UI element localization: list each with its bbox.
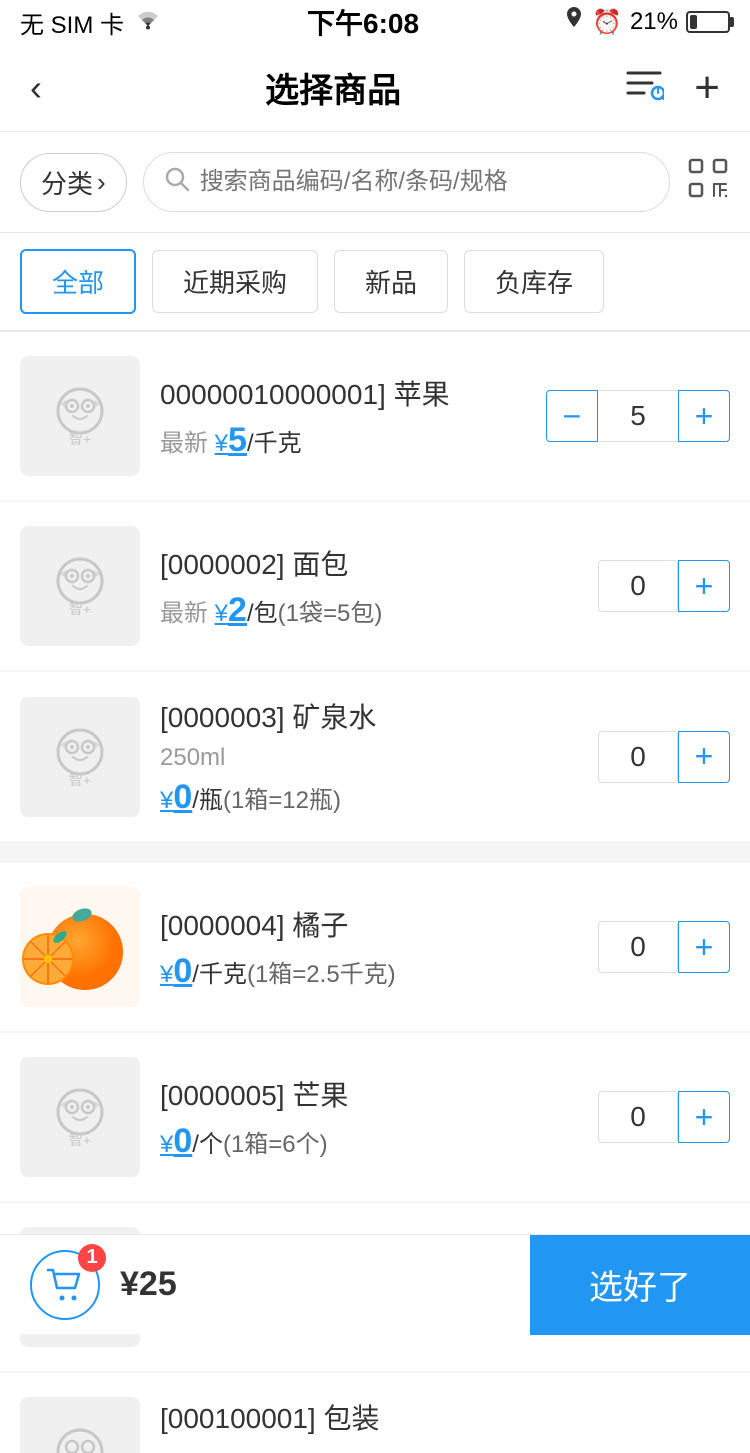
product-image: 智+: [20, 356, 140, 476]
wifi-icon: [134, 8, 162, 37]
list-item: 智+ [0000003] 矿泉水 250ml ¥0/瓶(1箱=12瓶) +: [0, 672, 750, 841]
product-image: 智+: [20, 1057, 140, 1177]
page-title: 选择商品: [265, 63, 401, 112]
tab-negative-stock[interactable]: 负库存: [464, 250, 604, 313]
back-button[interactable]: ‹: [30, 67, 42, 109]
scan-button[interactable]: [686, 156, 730, 208]
product-placeholder-icon: 智+: [40, 1417, 120, 1453]
quantity-input[interactable]: [598, 390, 678, 442]
product-name: [0000003] 矿泉水: [160, 696, 578, 736]
nav-actions: +: [624, 63, 720, 113]
tab-recent[interactable]: 近期采购: [152, 250, 318, 313]
search-box: [143, 152, 670, 212]
svg-text:智+: 智+: [69, 431, 91, 447]
product-placeholder-icon: 智+: [40, 717, 120, 797]
tab-bar: 全部 近期采购 新品 负库存: [0, 233, 750, 332]
quantity-increase-button[interactable]: +: [678, 1091, 730, 1143]
quantity-increase-button[interactable]: +: [678, 390, 730, 442]
product-name: [0000005] 芒果: [160, 1074, 578, 1114]
cart-total: ¥25: [120, 1265, 177, 1304]
product-name: 00000010000001] 苹果: [160, 373, 526, 413]
filter-button[interactable]: [624, 65, 664, 110]
list-item-partial: 智+ [000100001] 包装: [0, 1373, 750, 1453]
search-input[interactable]: [200, 168, 649, 196]
quantity-increase-button[interactable]: +: [678, 560, 730, 612]
product-image: 智+: [20, 1397, 140, 1453]
product-image: 智+: [20, 526, 140, 646]
svg-text:智+: 智+: [69, 1132, 91, 1148]
product-details: [0000004] 橘子 ¥0/千克(1箱=2.5千克): [160, 904, 578, 991]
orange-image: [20, 887, 140, 1007]
product-spec: 250ml: [160, 744, 578, 772]
search-icon: [164, 166, 190, 199]
quantity-increase-button[interactable]: +: [678, 921, 730, 973]
product-price: ¥0/个(1箱=6个): [160, 1122, 578, 1161]
product-placeholder-icon: 智+: [40, 546, 120, 626]
quantity-decrease-button[interactable]: −: [546, 390, 598, 442]
svg-text:智+: 智+: [69, 772, 91, 788]
nav-bar: ‹ 选择商品 +: [0, 44, 750, 132]
category-label: 分类: [41, 164, 93, 201]
product-details: [0000005] 芒果 ¥0/个(1箱=6个): [160, 1074, 578, 1161]
bottom-bar: 1 ¥25 选好了: [0, 1234, 750, 1334]
quantity-input[interactable]: [598, 560, 678, 612]
quantity-control: +: [598, 921, 730, 973]
cart-badge: 1: [78, 1244, 106, 1272]
status-time: 下午6:08: [307, 2, 419, 42]
status-bar: 无 SIM 卡 下午6:08 ⏰ 21%: [0, 0, 750, 44]
quantity-input[interactable]: [598, 921, 678, 973]
cart-button[interactable]: 1: [30, 1250, 100, 1320]
product-price: ¥0/千克(1箱=2.5千克): [160, 952, 578, 991]
tab-all[interactable]: 全部: [20, 249, 136, 314]
product-name: [0000002] 面包: [160, 543, 578, 583]
cart-icon: [46, 1268, 84, 1302]
quantity-control: +: [598, 1091, 730, 1143]
location-icon: [564, 7, 584, 38]
product-price: 最新 ¥2/包(1袋=5包): [160, 591, 578, 630]
product-details: 00000010000001] 苹果 最新 ¥5/千克: [160, 373, 526, 460]
product-details: [0000002] 面包 最新 ¥2/包(1袋=5包): [160, 543, 578, 630]
product-placeholder-icon: 智+: [40, 1077, 120, 1157]
quantity-control: +: [598, 560, 730, 612]
carrier-text: 无 SIM 卡: [20, 5, 124, 40]
product-details: [0000003] 矿泉水 250ml ¥0/瓶(1箱=12瓶): [160, 696, 578, 817]
quantity-increase-button[interactable]: +: [678, 731, 730, 783]
list-item: [0000004] 橘子 ¥0/千克(1箱=2.5千克) +: [0, 863, 750, 1031]
status-right: ⏰ 21%: [564, 7, 730, 38]
list-item: 智+ [0000002] 面包 最新 ¥2/包(1袋=5包) +: [0, 502, 750, 670]
quantity-control: − +: [546, 390, 730, 442]
add-button[interactable]: +: [694, 63, 720, 113]
list-item: 智+ 00000010000001] 苹果 最新 ¥5/千克 − +: [0, 332, 750, 500]
product-image: [20, 887, 140, 1007]
battery-icon: [686, 11, 730, 33]
status-left: 无 SIM 卡: [20, 5, 162, 40]
list-item: 智+ [0000005] 芒果 ¥0/个(1箱=6个) +: [0, 1033, 750, 1201]
confirm-button[interactable]: 选好了: [530, 1235, 750, 1335]
alarm-icon: ⏰: [592, 8, 622, 37]
category-chevron: ›: [97, 167, 106, 198]
filter-bar: 分类 ›: [0, 132, 750, 233]
svg-text:智+: 智+: [69, 601, 91, 617]
battery-percent: 21%: [630, 8, 678, 36]
quantity-input[interactable]: [598, 1091, 678, 1143]
product-name: [000100001] 包装: [160, 1397, 730, 1437]
product-placeholder-icon: 智+: [40, 376, 120, 456]
category-button[interactable]: 分类 ›: [20, 153, 127, 212]
quantity-control: +: [598, 731, 730, 783]
product-name: [0000004] 橘子: [160, 904, 578, 944]
product-image: 智+: [20, 697, 140, 817]
product-details: [000100001] 包装: [160, 1397, 730, 1445]
product-price: ¥0/瓶(1箱=12瓶): [160, 778, 578, 817]
product-price: 最新 ¥5/千克: [160, 421, 526, 460]
tab-new[interactable]: 新品: [334, 250, 448, 313]
quantity-input[interactable]: [598, 731, 678, 783]
cart-section: 1 ¥25: [0, 1250, 530, 1320]
